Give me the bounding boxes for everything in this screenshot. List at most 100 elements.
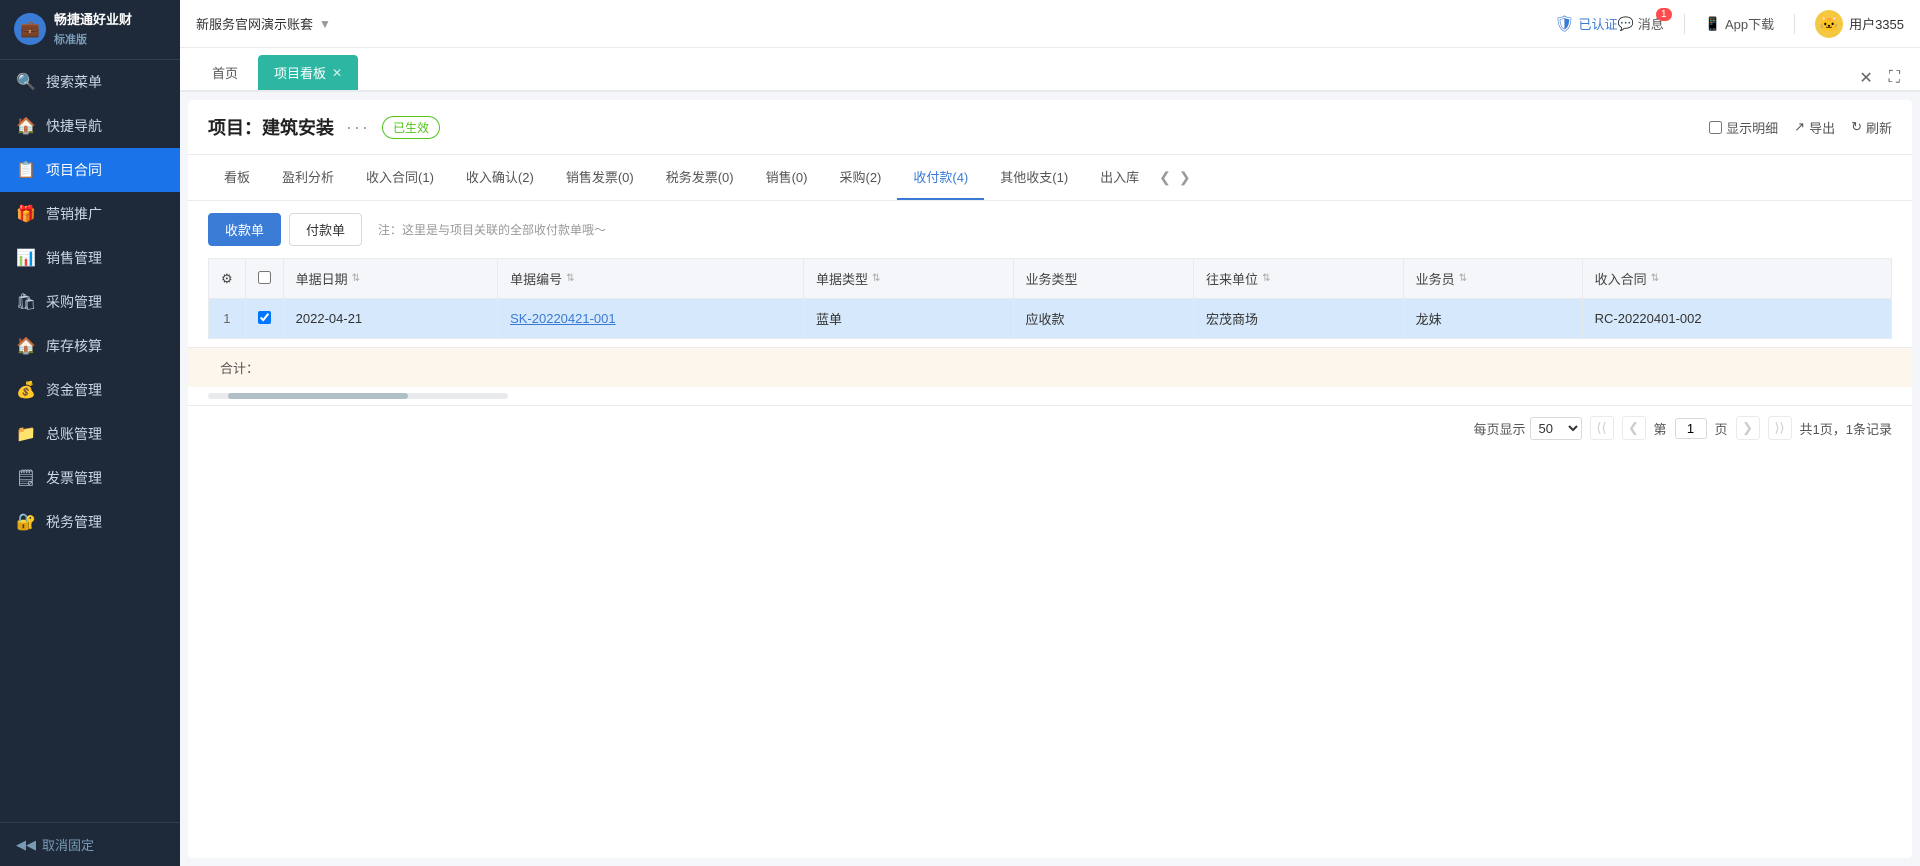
show-detail-checkbox[interactable]: 显示明细 bbox=[1709, 118, 1778, 137]
data-table-wrapper: ⚙ 单据日期⇅ 单据编号⇅ 单据类型⇅ bbox=[188, 258, 1912, 339]
sort-icon4: ⇅ bbox=[1262, 273, 1270, 284]
pagination: 每页显示 20 50 100 200 ⟨⟨ ❮ 第 页 ❯ ⟩⟩ 共1页，1条记… bbox=[188, 405, 1912, 450]
export-button[interactable]: ↗ 导出 bbox=[1794, 118, 1835, 137]
marketing-icon: 🎁 bbox=[16, 204, 36, 224]
subnav-profit[interactable]: 盈利分析 bbox=[266, 155, 350, 200]
sidebar-item-invoice[interactable]: 🗒 发票管理 bbox=[0, 456, 180, 500]
page-input[interactable] bbox=[1675, 418, 1707, 439]
logo-version: 标准版 bbox=[54, 31, 132, 47]
subnav-purchase[interactable]: 采购(2) bbox=[823, 155, 897, 200]
divider2 bbox=[1794, 14, 1795, 34]
th-type[interactable]: 单据类型⇅ bbox=[804, 259, 1014, 299]
account-name: 新服务官网演示账套 bbox=[196, 14, 313, 33]
sidebar-item-inventory[interactable]: 🏠 库存核算 bbox=[0, 324, 180, 368]
sidebar-item-marketing[interactable]: 🎁 营销推广 bbox=[0, 192, 180, 236]
user-menu[interactable]: 🐱 用户3355 bbox=[1815, 10, 1904, 38]
main-area: 新服务官网演示账套 ▼ 🛡 已认证 💬 消息 1 📱 App下载 🐱 用户335… bbox=[180, 0, 1920, 866]
td-income-contract: RC-20220401-002 bbox=[1582, 299, 1891, 339]
last-page-button[interactable]: ⟩⟩ bbox=[1768, 416, 1792, 440]
certified-badge: 🛡 已认证 bbox=[1554, 14, 1617, 34]
sidebar-nav: 🔍 搜索菜单 🏠 快捷导航 📋 项目合同 🎁 营销推广 📊 销售管理 🛍 采购管… bbox=[0, 60, 180, 822]
subnav-income-confirm[interactable]: 收入确认(2) bbox=[450, 155, 550, 200]
subtab-receipt-button[interactable]: 收款单 bbox=[208, 213, 281, 246]
td-date: 2022-04-21 bbox=[283, 299, 497, 339]
th-biz-type: 业务类型 bbox=[1013, 259, 1194, 299]
content-area: 项目：建筑安装 ··· 已生效 显示明细 ↗ 导出 ↻ 刷新 bbox=[188, 100, 1912, 858]
total-row: 合计： bbox=[188, 347, 1912, 387]
subnav-prev-arrow[interactable]: ❮ bbox=[1155, 161, 1175, 194]
close-window-button[interactable]: ✕ bbox=[1855, 66, 1876, 90]
select-all-checkbox[interactable] bbox=[258, 271, 271, 284]
subnav-inout[interactable]: 出入库 bbox=[1084, 155, 1155, 200]
sidebar-item-contract[interactable]: 📋 项目合同 bbox=[0, 148, 180, 192]
subnav-sales-invoice[interactable]: 销售发票(0) bbox=[550, 155, 650, 200]
subnav-tax-invoice[interactable]: 税务发票(0) bbox=[650, 155, 750, 200]
subnav-other-expense[interactable]: 其他收支(1) bbox=[984, 155, 1084, 200]
unpin-icon: ◀◀ bbox=[16, 837, 36, 853]
prev-page-button[interactable]: ❮ bbox=[1622, 416, 1646, 440]
sidebar-item-finance[interactable]: 💰 资金管理 bbox=[0, 368, 180, 412]
account-selector[interactable]: 新服务官网演示账套 ▼ bbox=[196, 14, 1538, 33]
subnav-next-arrow[interactable]: ❯ bbox=[1175, 161, 1195, 194]
subnav-income-contract[interactable]: 收入合同(1) bbox=[350, 155, 450, 200]
per-page-select[interactable]: 20 50 100 200 bbox=[1530, 417, 1582, 440]
page-label: 第 bbox=[1654, 419, 1667, 438]
tab-home[interactable]: 首页 bbox=[196, 55, 254, 90]
subnav-sales[interactable]: 销售(0) bbox=[750, 155, 824, 200]
sidebar-item-shortcut[interactable]: 🏠 快捷导航 bbox=[0, 104, 180, 148]
table-row[interactable]: 1 2022-04-21 SK-20220421-001 蓝单 应收款 宏茂商场… bbox=[209, 299, 1892, 339]
sidebar-item-tax[interactable]: 🔐 税务管理 bbox=[0, 500, 180, 544]
tax-icon: 🔐 bbox=[16, 512, 36, 532]
subnav: 看板 盈利分析 收入合同(1) 收入确认(2) 销售发票(0) 税务发票(0) … bbox=[188, 155, 1912, 201]
tab-close-icon[interactable]: ✕ bbox=[332, 66, 342, 80]
td-checkbox[interactable] bbox=[245, 299, 283, 339]
td-biz-type: 应收款 bbox=[1013, 299, 1194, 339]
td-index: 1 bbox=[209, 299, 246, 339]
th-date[interactable]: 单据日期⇅ bbox=[283, 259, 497, 299]
account-chevron-icon: ▼ bbox=[319, 17, 331, 31]
divider bbox=[1684, 14, 1685, 34]
subnav-kanban[interactable]: 看板 bbox=[208, 155, 266, 200]
app-download-button[interactable]: 📱 App下载 bbox=[1705, 14, 1774, 33]
horizontal-scrollbar[interactable] bbox=[188, 387, 1912, 405]
project-status-badge: 已生效 bbox=[382, 116, 440, 139]
unpin-button[interactable]: ◀◀ 取消固定 bbox=[0, 822, 180, 866]
next-page-button[interactable]: ❯ bbox=[1736, 416, 1760, 440]
inventory-icon: 🏠 bbox=[16, 336, 36, 356]
shield-icon: 🛡 bbox=[1554, 14, 1574, 34]
data-table: ⚙ 单据日期⇅ 单据编号⇅ 单据类型⇅ bbox=[208, 258, 1892, 339]
sort-icon3: ⇅ bbox=[872, 273, 880, 284]
refresh-button[interactable]: ↻ 刷新 bbox=[1851, 118, 1892, 137]
th-gear[interactable]: ⚙ bbox=[209, 259, 246, 299]
purchase-icon: 🛍 bbox=[16, 292, 36, 312]
row-checkbox[interactable] bbox=[258, 311, 271, 324]
maximize-window-button[interactable]: ⛶ bbox=[1885, 67, 1904, 89]
export-icon: ↗ bbox=[1794, 119, 1805, 135]
sidebar-logo: 💼 畅捷通好业财 标准版 bbox=[0, 0, 180, 60]
tab-project-board[interactable]: 项目看板 ✕ bbox=[258, 55, 358, 90]
gear-icon[interactable]: ⚙ bbox=[221, 271, 233, 286]
scrollbar-thumb[interactable] bbox=[228, 393, 408, 399]
topbar: 新服务官网演示账套 ▼ 🛡 已认证 💬 消息 1 📱 App下载 🐱 用户335… bbox=[180, 0, 1920, 48]
finance-icon: 💰 bbox=[16, 380, 36, 400]
sidebar: 💼 畅捷通好业财 标准版 🔍 搜索菜单 🏠 快捷导航 📋 项目合同 🎁 营销推广… bbox=[0, 0, 180, 866]
first-page-button[interactable]: ⟨⟨ bbox=[1590, 416, 1614, 440]
project-actions: 显示明细 ↗ 导出 ↻ 刷新 bbox=[1709, 118, 1892, 137]
th-number[interactable]: 单据编号⇅ bbox=[498, 259, 804, 299]
subnav-receipt[interactable]: 收付款(4) bbox=[897, 155, 984, 200]
sidebar-item-purchase[interactable]: 🛍 采购管理 bbox=[0, 280, 180, 324]
td-number[interactable]: SK-20220421-001 bbox=[498, 299, 804, 339]
message-button[interactable]: 💬 消息 1 bbox=[1618, 14, 1664, 33]
subtab-payment-button[interactable]: 付款单 bbox=[289, 213, 362, 246]
sort-icon6: ⇅ bbox=[1651, 273, 1659, 284]
contract-icon: 📋 bbox=[16, 160, 36, 180]
th-income-contract[interactable]: 收入合同⇅ bbox=[1582, 259, 1891, 299]
show-detail-input[interactable] bbox=[1709, 121, 1722, 134]
th-salesman[interactable]: 业务员⇅ bbox=[1403, 259, 1582, 299]
sidebar-item-sales[interactable]: 📊 销售管理 bbox=[0, 236, 180, 280]
per-page-selector[interactable]: 每页显示 20 50 100 200 bbox=[1473, 417, 1581, 440]
sidebar-item-ledger[interactable]: 📁 总账管理 bbox=[0, 412, 180, 456]
project-more-button[interactable]: ··· bbox=[346, 117, 370, 138]
th-partner[interactable]: 往来单位⇅ bbox=[1194, 259, 1404, 299]
sidebar-item-search[interactable]: 🔍 搜索菜单 bbox=[0, 60, 180, 104]
